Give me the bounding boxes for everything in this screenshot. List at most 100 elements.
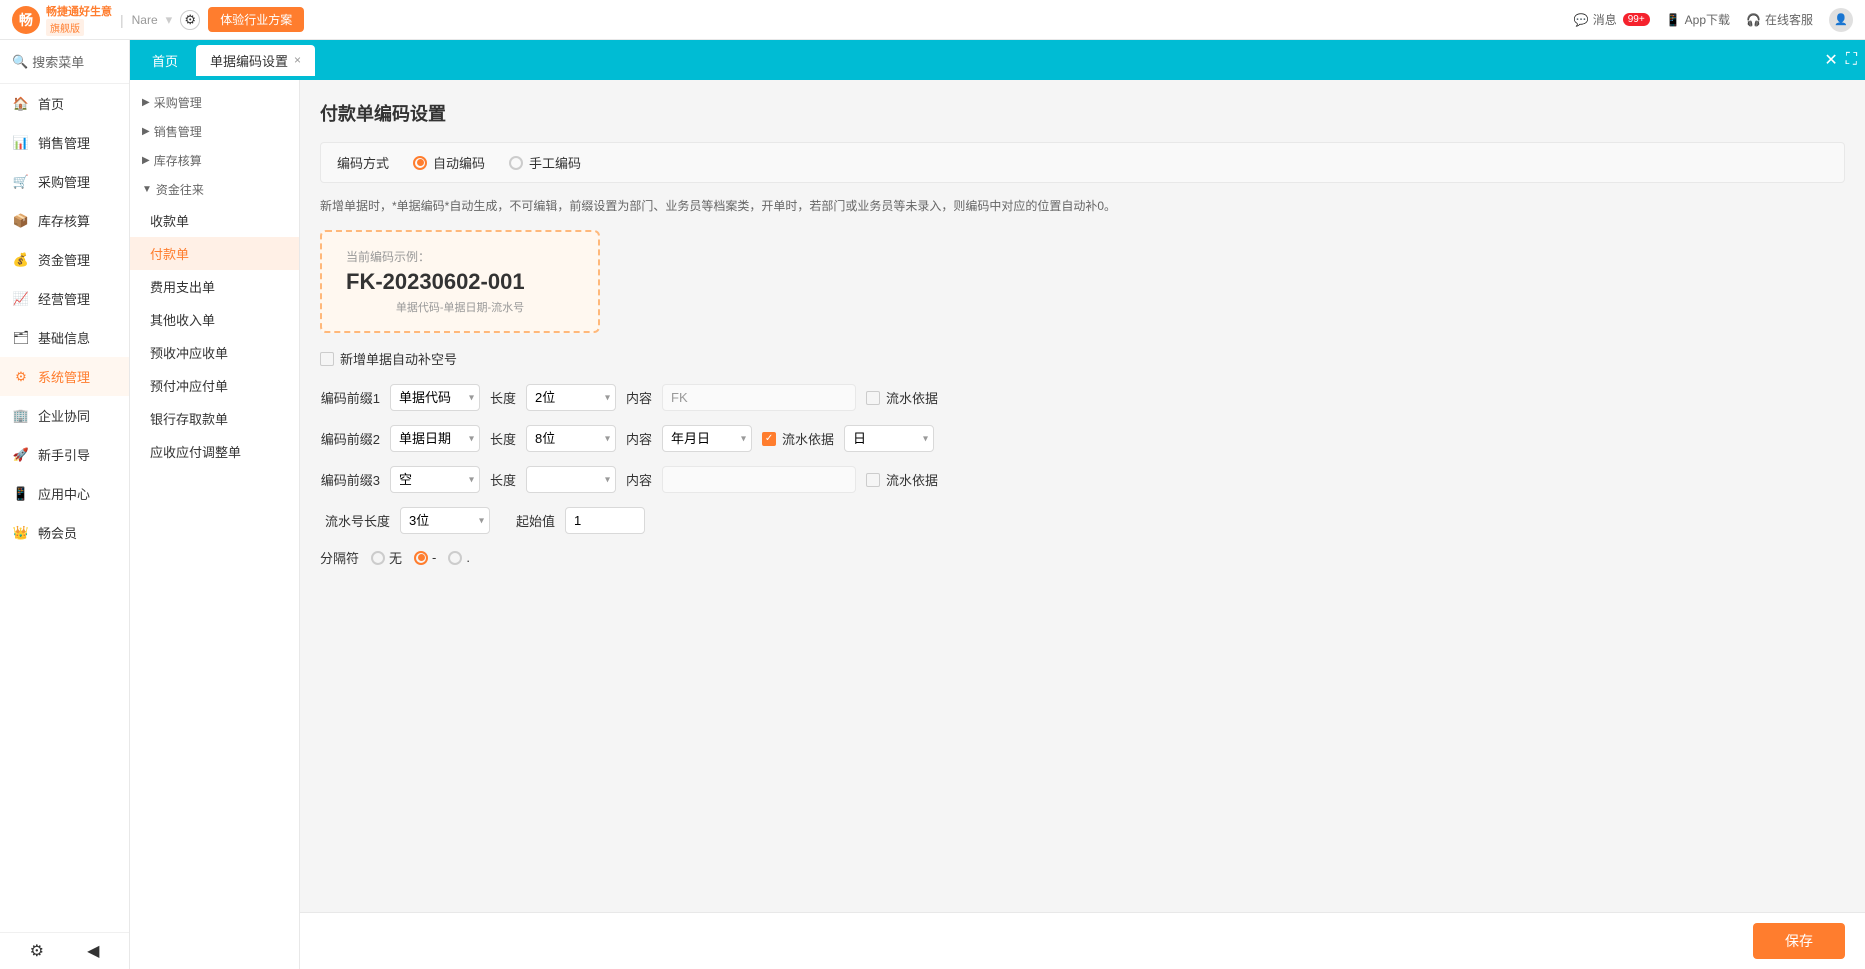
separator-options: 无 - . [371,548,470,567]
sidebar-collapse-btn[interactable]: ◀ [87,941,99,961]
sidebar-item-inventory[interactable]: 📦 库存核算 [0,201,129,240]
prefix3-length-label: 长度 [490,470,516,489]
sidebar-item-guide[interactable]: 🚀 新手引导 [0,435,129,474]
tab-home[interactable]: 首页 [138,45,192,76]
form-row-prefix1: 编码前缀1 单据代码 长度 2位 内容 [320,384,1845,411]
avatar-icon: 👤 [1829,8,1853,32]
prefix2-select[interactable]: 单据日期 [390,425,480,452]
prefix2-content-select[interactable]: 年月日 [662,425,752,452]
guide-icon: 🚀 [12,446,30,464]
sidebar-item-sales[interactable]: 📊 销售管理 [0,123,129,162]
layout: 🔍 搜索菜单 🏠 首页 📊 销售管理 🛒 采购管理 📦 库存核算 💰 资金管理 … [0,40,1865,969]
sidebar-item-label-inventory: 库存核算 [38,211,90,230]
nav-item-expense[interactable]: 费用支出单 [130,270,299,303]
nav-item-advance-receipt[interactable]: 预收冲应收单 [130,336,299,369]
sidebar-item-label-system: 系统管理 [38,367,90,386]
tab-code-settings[interactable]: 单据编码设置 × [196,45,315,76]
sidebar-item-label-purchase: 采购管理 [38,172,90,191]
sidebar-bottom: ⚙ ◀ [0,932,129,969]
sidebar-item-home[interactable]: 🏠 首页 [0,84,129,123]
auto-fill-checkbox[interactable] [320,352,334,366]
sep-dot-option[interactable]: . [448,550,470,565]
prefix1-content-label: 内容 [626,388,652,407]
sidebar-item-enterprise[interactable]: 🏢 企业协同 [0,396,129,435]
apps-icon: 📱 [12,485,30,503]
sidebar-item-basic[interactable]: 🗂 基础信息 [0,318,129,357]
nav-item-payment[interactable]: 付款单 [130,237,299,270]
prefix3-waterflow-label[interactable]: 流水依据 [866,470,938,489]
app-download-btn[interactable]: 📱 App下载 [1666,11,1730,28]
sidebar-item-label-member: 畅会员 [38,523,77,542]
prefix2-waterflow-checkbox[interactable]: ✓ [762,432,776,446]
try-industry-btn[interactable]: 体验行业方案 [208,7,304,32]
purchase-icon: 🛒 [12,173,30,191]
sep-none-option[interactable]: 无 [371,548,402,567]
search-menu-btn[interactable]: 🔍 搜索菜单 [8,48,121,75]
nav-item-ar-adjustment[interactable]: 应收应付调整单 [130,435,299,468]
prefix3-select[interactable]: 空 [390,466,480,493]
manual-code-radio[interactable] [509,156,523,170]
sidebar-item-label-home: 首页 [38,94,64,113]
nav-item-bank-deposit[interactable]: 银行存取款单 [130,402,299,435]
sep-none-label: 无 [389,548,402,567]
tab-bar-left: 首页 单据编码设置 × [138,45,315,76]
prefix2-length-select[interactable]: 8位 [526,425,616,452]
nav-group-sales[interactable]: ▶ 销售管理 [130,117,299,146]
nav-item-receipt[interactable]: 收款单 [130,204,299,237]
user-avatar[interactable]: 👤 [1829,8,1853,32]
search-menu-label: 搜索菜单 [32,52,84,71]
sidebar-item-system[interactable]: ⚙ 系统管理 [0,357,129,396]
sidebar-item-label-operation: 经营管理 [38,289,90,308]
sep-dash-radio[interactable] [414,551,428,565]
sep-dot-label: . [466,550,470,565]
form-row-prefix2: 编码前缀2 单据日期 长度 8位 内容 [320,425,1845,452]
code-preview-sub: 单据代码-单据日期-流水号 [346,299,574,315]
sidebar-item-operation[interactable]: 📈 经营管理 [0,279,129,318]
sidebar-settings-btn[interactable]: ⚙ [30,941,44,961]
prefix2-waterflow-label[interactable]: ✓ 流水依据 [762,429,834,448]
sep-dot-radio[interactable] [448,551,462,565]
prefix3-waterflow-checkbox[interactable] [866,473,880,487]
settings-icon[interactable]: ⚙ [180,10,200,30]
sep-dash-option[interactable]: - [414,550,436,565]
operation-icon: 📈 [12,290,30,308]
service-btn[interactable]: 🎧 在线客服 [1746,11,1813,28]
main-content: 首页 单据编码设置 × ✕ ⛶ ▶ 采购管理 ▶ [130,40,1865,969]
window-max-btn[interactable]: ⛶ [1846,51,1857,69]
sidebar-item-apps[interactable]: 📱 应用中心 [0,474,129,513]
nav-group-purchase-label: 采购管理 [154,94,202,111]
tab-close-icon[interactable]: × [294,53,301,67]
nav-item-advance-payment[interactable]: 预付冲应付单 [130,369,299,402]
prefix2-content-wrapper: 年月日 [662,425,752,452]
dropdown-arrow[interactable]: ▾ [166,12,173,28]
prefix2-length-wrapper: 8位 [526,425,616,452]
auto-code-radio[interactable] [413,156,427,170]
sidebar-item-purchase[interactable]: 🛒 采购管理 [0,162,129,201]
basic-icon: 🗂 [12,329,30,347]
nav-group-sales-label: 销售管理 [154,123,202,140]
nav-group-purchase[interactable]: ▶ 采购管理 [130,88,299,117]
prefix3-length-wrapper [526,466,616,493]
start-value-label: 起始值 [516,511,555,530]
auto-code-option[interactable]: 自动编码 [413,153,485,172]
save-button[interactable]: 保存 [1753,923,1845,959]
sidebar-item-finance[interactable]: 💰 资金管理 [0,240,129,279]
logo-text-group: 畅捷通好生意 旗舰版 [46,3,112,36]
prefix1-waterflow-checkbox[interactable] [866,391,880,405]
prefix3-select-wrapper: 空 [390,466,480,493]
nav-group-inventory[interactable]: ▶ 库存核算 [130,146,299,175]
prefix3-length-select[interactable] [526,466,616,493]
prefix2-unit-select[interactable]: 日 [844,425,934,452]
sep-none-radio[interactable] [371,551,385,565]
window-close-btn[interactable]: ✕ [1824,50,1837,70]
serial-length-select[interactable]: 3位 [400,507,490,534]
nav-item-other-income[interactable]: 其他收入单 [130,303,299,336]
prefix1-waterflow-label[interactable]: 流水依据 [866,388,938,407]
prefix1-select[interactable]: 单据代码 [390,384,480,411]
sidebar-item-member[interactable]: 👑 畅会员 [0,513,129,552]
prefix1-length-select[interactable]: 2位 [526,384,616,411]
message-btn[interactable]: 💬 消息 99+ [1574,11,1650,28]
manual-code-option[interactable]: 手工编码 [509,153,581,172]
nav-group-capital[interactable]: ▼ 资金往来 [130,175,299,204]
start-value-input[interactable] [565,507,645,534]
